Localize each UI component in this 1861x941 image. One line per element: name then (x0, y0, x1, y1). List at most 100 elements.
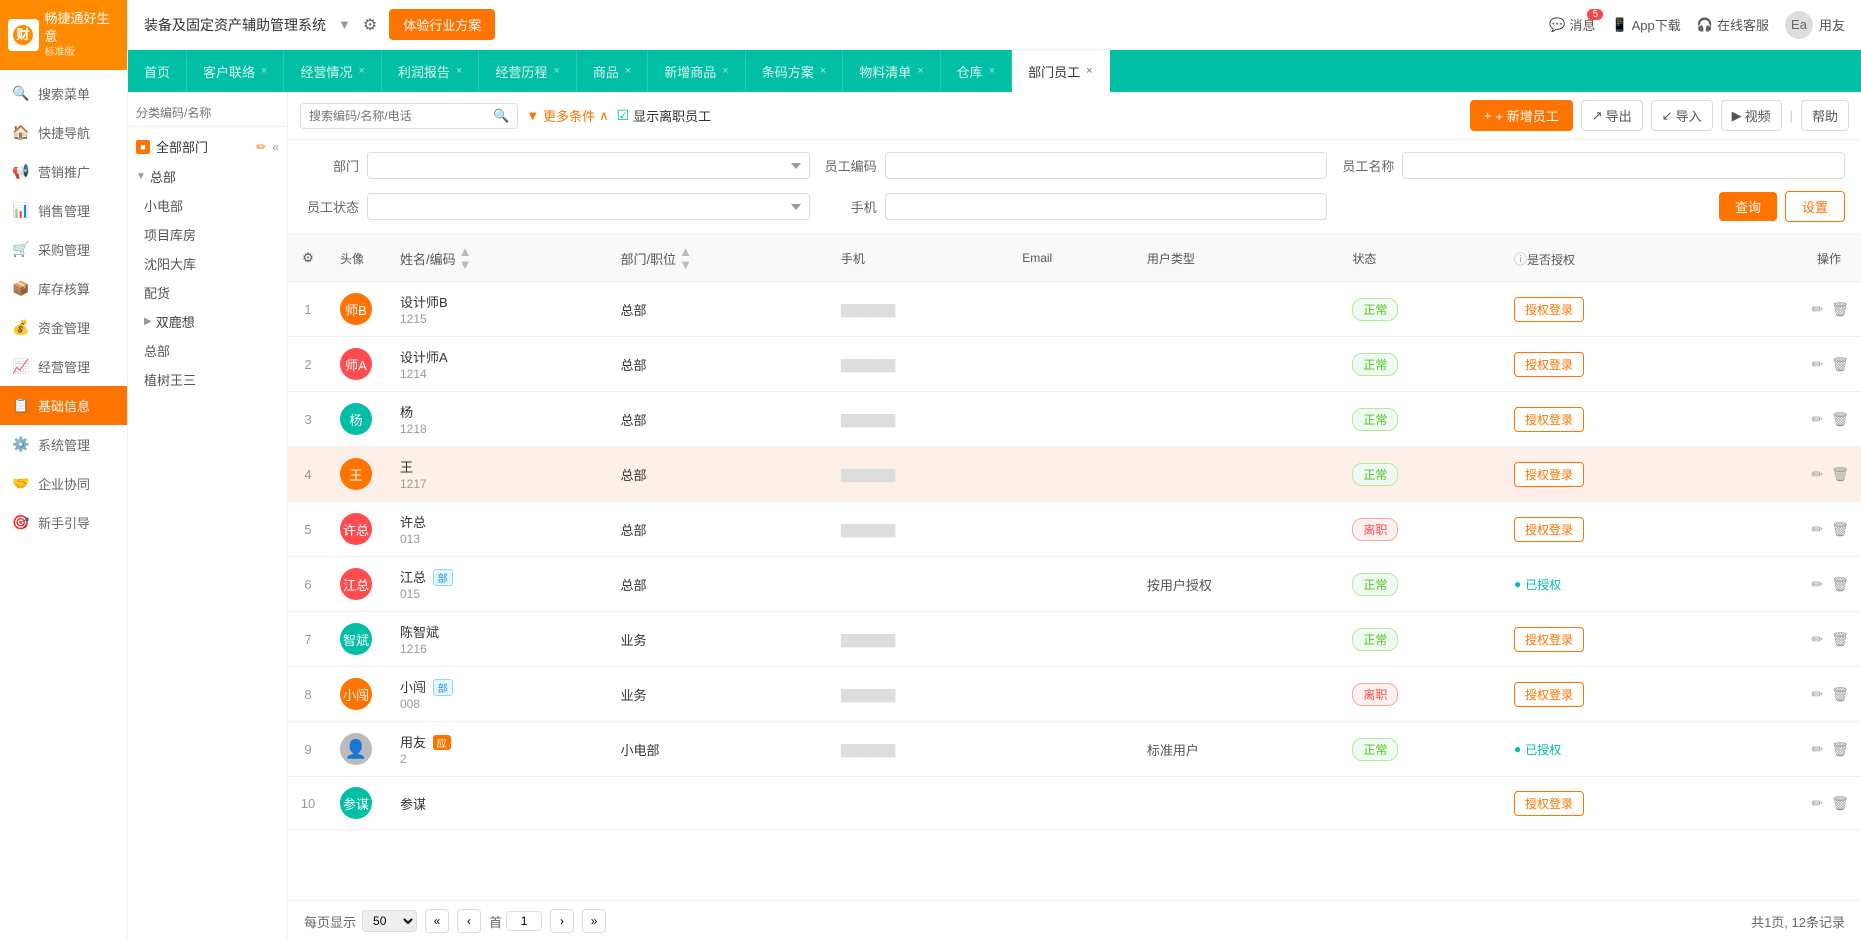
delete-icon[interactable]: 🗑 (1831, 301, 1849, 318)
tab-barcode[interactable]: 条码方案 × (746, 50, 843, 92)
tab-add-goods[interactable]: 新增商品 × (648, 50, 745, 92)
online-service-btn[interactable]: 🎧 在线客服 (1697, 15, 1769, 34)
emp-name-input[interactable] (1402, 152, 1845, 179)
tab-operations-status[interactable]: 经营情况 × (284, 50, 381, 92)
phone-input[interactable] (885, 193, 1328, 220)
edit-icon[interactable]: ✏ (1811, 466, 1823, 483)
close-icon[interactable]: × (1086, 65, 1092, 77)
prev-page-btn[interactable]: ‹ (457, 909, 481, 933)
tree-group-shuanglu[interactable]: ▶ 双鹿想 (128, 307, 287, 336)
edit-icon[interactable]: ✏ (1811, 356, 1823, 373)
sidebar-item-sales[interactable]: 📊 销售管理 (0, 191, 127, 230)
tab-profit[interactable]: 利润报告 × (382, 50, 479, 92)
export-button[interactable]: ↗ 导出 (1581, 100, 1643, 131)
close-icon[interactable]: × (553, 65, 559, 77)
tab-biz-history[interactable]: 经营历程 × (479, 50, 576, 92)
more-filter-btn[interactable]: ▼ 更多条件 ∧ (526, 106, 608, 125)
close-icon[interactable]: × (917, 65, 923, 77)
close-icon[interactable]: × (456, 65, 462, 77)
auth-login-button[interactable]: 授权登录 (1514, 791, 1584, 816)
close-icon[interactable]: × (625, 65, 631, 77)
sidebar-item-collab[interactable]: 🤝 企业协同 (0, 464, 127, 503)
tree-item-shenyang[interactable]: 沈阳大库 (128, 249, 287, 278)
status-select[interactable] (367, 193, 810, 220)
sidebar-item-system[interactable]: ⚙️ 系统管理 (0, 425, 127, 464)
auth-login-button[interactable]: 授权登录 (1514, 297, 1584, 322)
sidebar-item-basic-info[interactable]: 📋 基础信息 (0, 386, 127, 425)
sidebar-item-guide[interactable]: 🎯 新手引导 (0, 503, 127, 542)
delete-icon[interactable]: 🗑 (1831, 631, 1849, 648)
import-button[interactable]: ↙ 导入 (1651, 100, 1713, 131)
close-icon[interactable]: × (722, 65, 728, 77)
tab-goods[interactable]: 商品 × (577, 50, 648, 92)
app-download-btn[interactable]: 📱 App下载 (1611, 15, 1680, 34)
dropdown-arrow-icon[interactable]: ▼ (338, 17, 351, 32)
close-icon[interactable]: × (261, 65, 267, 77)
close-icon[interactable]: × (358, 65, 364, 77)
dept-search-input[interactable] (136, 106, 288, 120)
table-settings-icon[interactable]: ⚙ (302, 250, 314, 265)
per-page-select[interactable]: 50 20 100 (362, 910, 417, 932)
sidebar-item-inventory[interactable]: 📦 库存核算 (0, 269, 127, 308)
page-input[interactable] (506, 911, 542, 931)
tab-customer[interactable]: 客户联络 × (187, 50, 284, 92)
auth-login-button[interactable]: 授权登录 (1514, 407, 1584, 432)
next-page-btn[interactable]: › (550, 909, 574, 933)
delete-icon[interactable]: 🗑 (1831, 686, 1849, 703)
auth-login-button[interactable]: 授权登录 (1514, 517, 1584, 542)
first-page-btn[interactable]: « (425, 909, 449, 933)
auth-login-button[interactable]: 授权登录 (1514, 462, 1584, 487)
tab-bom[interactable]: 物料清单 × (843, 50, 940, 92)
col-settings[interactable]: ⚙ (288, 235, 328, 282)
tab-warehouse[interactable]: 仓库 × (941, 50, 1012, 92)
edit-icon[interactable]: ✏ (1811, 631, 1823, 648)
tab-dept-employee[interactable]: 部门员工 × (1012, 50, 1109, 92)
message-btn[interactable]: 💬 消息 5 (1549, 15, 1595, 34)
user-menu[interactable]: Ea 用友 (1785, 11, 1845, 39)
sidebar-item-finance[interactable]: 💰 资金管理 (0, 308, 127, 347)
sidebar-item-purchase[interactable]: 🛒 采购管理 (0, 230, 127, 269)
search-btn-icon[interactable]: 🔍 (493, 108, 509, 124)
close-icon[interactable]: × (989, 65, 995, 77)
sidebar-item-marketing[interactable]: 📢 营销推广 (0, 152, 127, 191)
auth-login-button[interactable]: 授权登录 (1514, 627, 1584, 652)
tree-item-distribution[interactable]: 配货 (128, 278, 287, 307)
col-dept[interactable]: 部门/职位 ▲▼ (608, 235, 828, 282)
tree-group-general[interactable]: ▼ 总部 (128, 162, 287, 191)
sidebar-item-quicknav[interactable]: 🏠 快捷导航 (0, 113, 127, 152)
edit-dept-icon[interactable]: ✏ (256, 140, 266, 154)
tree-item-project[interactable]: 项目库房 (128, 220, 287, 249)
emp-code-input[interactable] (885, 152, 1328, 179)
edit-icon[interactable]: ✏ (1811, 795, 1823, 812)
delete-icon[interactable]: 🗑 (1831, 521, 1849, 538)
delete-icon[interactable]: 🗑 (1831, 411, 1849, 428)
edit-icon[interactable]: ✏ (1811, 301, 1823, 318)
close-icon[interactable]: × (820, 65, 826, 77)
sidebar-item-search[interactable]: 🔍 搜索菜单 (0, 74, 127, 113)
delete-icon[interactable]: 🗑 (1831, 741, 1849, 758)
tab-home[interactable]: 首页 (128, 50, 187, 92)
search-button[interactable]: 查询 (1719, 192, 1777, 221)
delete-icon[interactable]: 🗑 (1831, 795, 1849, 812)
edit-icon[interactable]: ✏ (1811, 576, 1823, 593)
set-button[interactable]: 设置 (1785, 191, 1845, 222)
tree-item-zhishu[interactable]: 植树王三 (128, 365, 287, 394)
sidebar-item-operations[interactable]: 📈 经营管理 (0, 347, 127, 386)
help-button[interactable]: 帮助 (1801, 100, 1849, 131)
last-page-btn[interactable]: » (582, 909, 606, 933)
add-employee-button[interactable]: + + 新增员工 (1470, 100, 1573, 131)
edit-icon[interactable]: ✏ (1811, 411, 1823, 428)
auth-login-button[interactable]: 授权登录 (1514, 682, 1584, 707)
dept-select[interactable] (367, 152, 810, 179)
collapse-panel-icon[interactable]: « (272, 140, 279, 154)
video-button[interactable]: ▶ 视频 (1721, 100, 1782, 131)
edit-icon[interactable]: ✏ (1811, 686, 1823, 703)
show-resigned-checkbox[interactable]: ☑ 显示离职员工 (617, 106, 712, 125)
trial-button[interactable]: 体验行业方案 (389, 9, 495, 40)
col-name[interactable]: 姓名/编码 ▲▼ (388, 235, 608, 282)
delete-icon[interactable]: 🗑 (1831, 576, 1849, 593)
tree-item-zongbu[interactable]: 总部 (128, 336, 287, 365)
delete-icon[interactable]: 🗑 (1831, 466, 1849, 483)
search-input[interactable] (309, 109, 489, 123)
settings-icon[interactable]: ⚙ (363, 15, 377, 35)
